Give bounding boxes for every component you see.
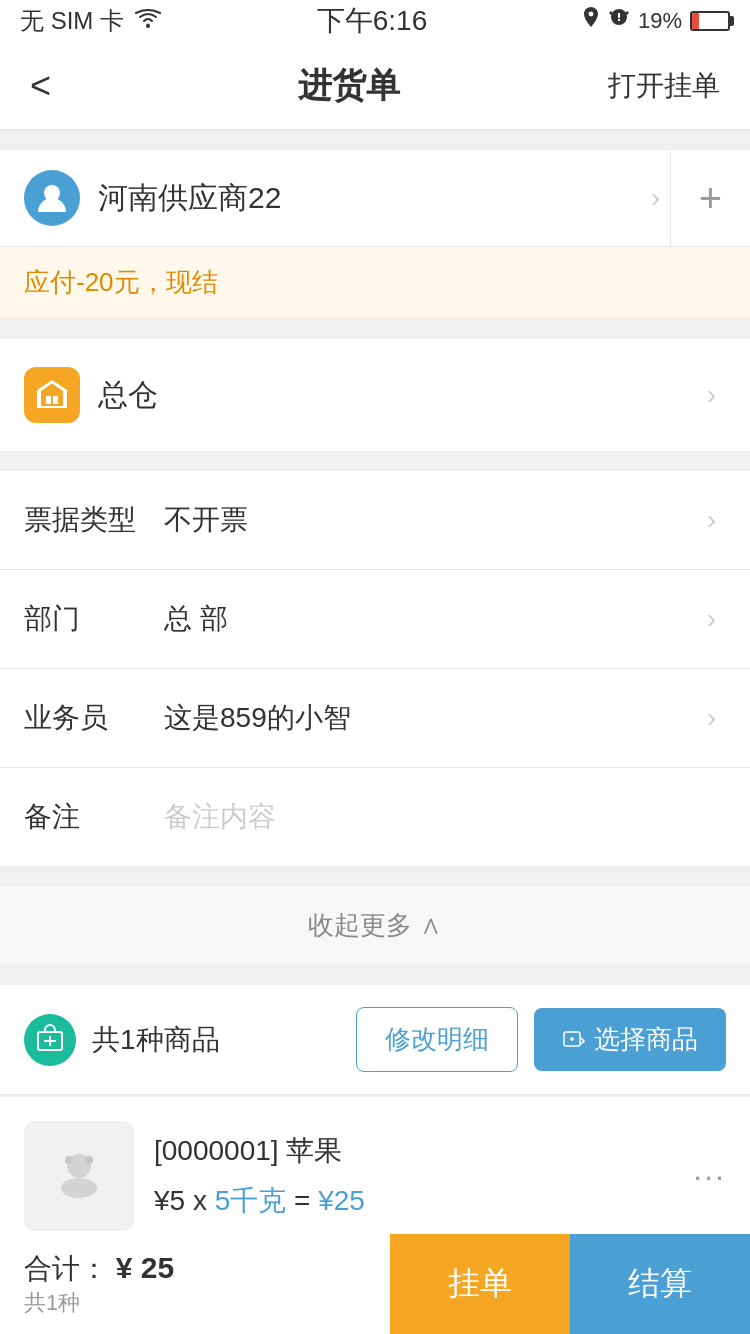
svg-point-12 (65, 1156, 73, 1164)
dept-row[interactable]: 部门 总 部 › (0, 570, 750, 668)
edit-detail-button[interactable]: 修改明细 (356, 1007, 518, 1072)
product-price-row: ¥5 x 5千克 = ¥25 (154, 1182, 673, 1220)
warehouse-chevron-icon: › (707, 379, 716, 411)
svg-rect-2 (46, 396, 51, 404)
total-label: 合计： (24, 1253, 108, 1284)
svg-point-13 (85, 1156, 93, 1164)
collapse-label: 收起更多 ∧ (308, 908, 441, 943)
carrier-text: 无 SIM 卡 (20, 5, 124, 37)
collapse-button[interactable]: 收起更多 ∧ (0, 886, 750, 965)
select-product-label: 选择商品 (594, 1022, 698, 1057)
product-info: [0000001] 苹果 ¥5 x 5千克 = ¥25 (154, 1132, 673, 1220)
supplier-row: 河南供应商22 › + (0, 150, 750, 247)
total-count: 共1种 (24, 1288, 366, 1318)
supplier-selector[interactable]: 河南供应商22 › (0, 150, 670, 246)
pay-info-text: 应付-20元，现结 (24, 267, 218, 297)
battery-text: 19% (638, 8, 682, 34)
status-bar-time: 下午6:16 (317, 2, 428, 40)
divider-3 (0, 866, 750, 886)
status-bar-right: 19% (582, 7, 730, 35)
checkout-button[interactable]: 结算 (570, 1234, 750, 1334)
remark-placeholder: 备注内容 (144, 798, 726, 836)
sales-chevron-icon: › (707, 702, 716, 734)
sales-value: 这是859的小智 (144, 699, 707, 737)
product-name: [0000001] 苹果 (154, 1132, 673, 1170)
select-product-button[interactable]: 选择商品 (534, 1008, 726, 1071)
invoice-row[interactable]: 票据类型 不开票 › (0, 471, 750, 569)
back-button[interactable]: < (30, 65, 90, 107)
alarm-icon (608, 7, 630, 35)
bottom-bar: 合计： ¥ 25 共1种 挂单 结算 (0, 1234, 750, 1334)
remark-label: 备注 (24, 798, 144, 836)
page-title: 进货单 (298, 63, 400, 109)
divider-2 (0, 451, 750, 471)
product-divider (0, 1094, 750, 1095)
open-hang-button[interactable]: 打开挂单 (608, 67, 720, 105)
dept-chevron-icon: › (707, 603, 716, 635)
status-bar: 无 SIM 卡 下午6:16 19% (0, 0, 750, 42)
product-equals: = (294, 1185, 318, 1216)
location-icon (582, 7, 600, 35)
sales-row[interactable]: 业务员 这是859的小智 › (0, 669, 750, 767)
sales-label: 业务员 (24, 699, 144, 737)
supplier-avatar (24, 170, 80, 226)
divider-4 (0, 965, 750, 985)
invoice-chevron-icon: › (707, 504, 716, 536)
product-total: ¥25 (318, 1185, 365, 1216)
add-supplier-button[interactable]: + (670, 150, 750, 246)
invoice-value: 不开票 (144, 501, 707, 539)
product-price: ¥5 (154, 1185, 185, 1216)
svg-point-11 (61, 1178, 97, 1198)
remark-row[interactable]: 备注 备注内容 (0, 768, 750, 866)
product-header: 共1种商品 修改明细 选择商品 (0, 985, 750, 1094)
svg-rect-3 (53, 396, 58, 404)
pay-info-row: 应付-20元，现结 (0, 247, 750, 319)
total-amount: ¥ 25 (116, 1251, 174, 1284)
product-more-button[interactable]: ··· (693, 1158, 726, 1195)
total-section: 合计： ¥ 25 共1种 (0, 1234, 390, 1334)
dept-value: 总 部 (144, 600, 707, 638)
warehouse-name: 总仓 (98, 375, 707, 416)
product-qty: 5千克 (215, 1185, 287, 1216)
product-multiply: x (193, 1185, 215, 1216)
battery-icon (690, 11, 730, 31)
warehouse-row[interactable]: 总仓 › (0, 339, 750, 451)
product-code: [0000001] (154, 1135, 279, 1166)
product-count-text: 共1种商品 (92, 1021, 340, 1059)
top-divider (0, 130, 750, 150)
hang-order-button[interactable]: 挂单 (390, 1234, 570, 1334)
supplier-chevron-icon: › (651, 182, 660, 214)
svg-point-0 (146, 24, 150, 28)
supplier-section: 河南供应商22 › + 应付-20元，现结 (0, 150, 750, 319)
product-item: [0000001] 苹果 ¥5 x 5千克 = ¥25 ··· (0, 1097, 750, 1255)
wifi-icon (134, 7, 162, 35)
dept-label: 部门 (24, 600, 144, 638)
supplier-name: 河南供应商22 (98, 178, 651, 219)
invoice-label: 票据类型 (24, 501, 144, 539)
total-label-amount: 合计： ¥ 25 (24, 1250, 366, 1288)
product-thumbnail (24, 1121, 134, 1231)
product-title: 苹果 (286, 1135, 342, 1166)
warehouse-icon (24, 367, 80, 423)
nav-bar: < 进货单 打开挂单 (0, 42, 750, 130)
product-section-icon (24, 1014, 76, 1066)
status-bar-left: 无 SIM 卡 (20, 5, 162, 37)
divider-1 (0, 319, 750, 339)
